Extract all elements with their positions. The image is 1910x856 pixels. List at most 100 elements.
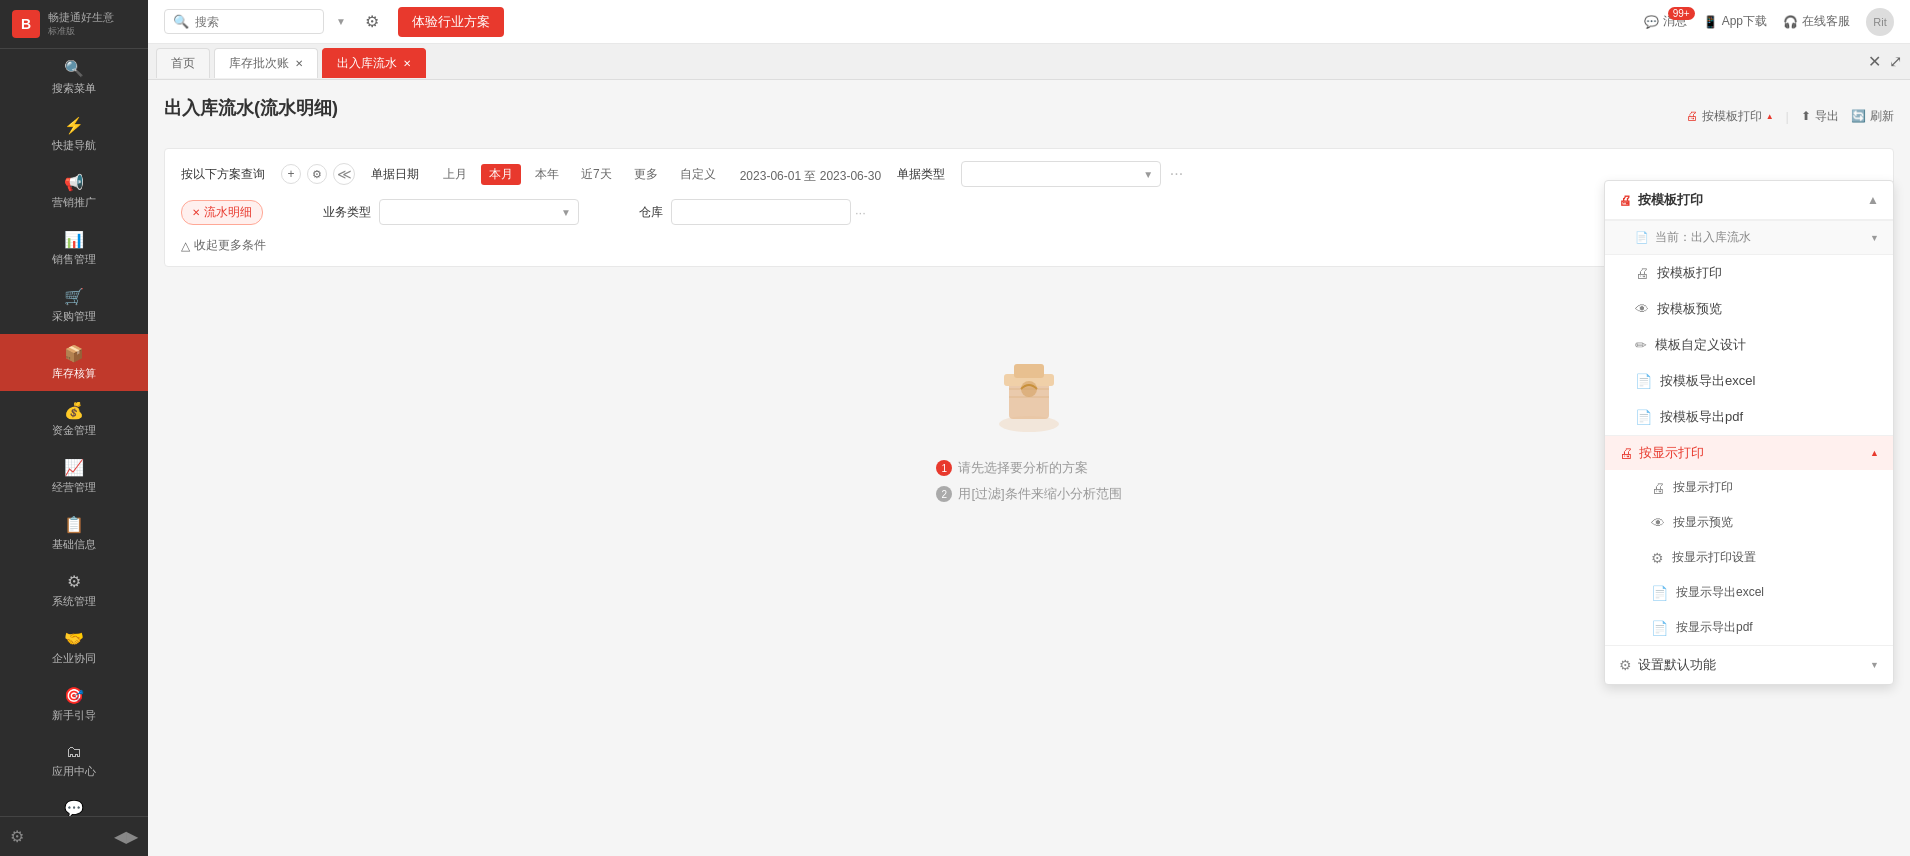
page-content-area: 出入库流水(流水明细) 🖨 按模板打印 ▲ | ⬆ 导出 🔄 刷新 bbox=[148, 80, 1910, 856]
tab-inout-flow-close[interactable]: ✕ bbox=[403, 58, 411, 69]
sidebar-item-guide[interactable]: 🎯 新手引导 bbox=[0, 676, 148, 733]
sidebar-item-system[interactable]: ⚙ 系统管理 bbox=[0, 562, 148, 619]
dp-item-template-customize[interactable]: ✏ 模板自定义设计 bbox=[1605, 327, 1893, 363]
display-section-label: 按显示打印 bbox=[1639, 444, 1704, 462]
online-service-button[interactable]: 🎧 在线客服 bbox=[1783, 13, 1850, 30]
template-print-button[interactable]: 🖨 按模板打印 ▲ bbox=[1686, 108, 1774, 125]
collapse-sidebar-icon[interactable]: ◀▶ bbox=[114, 827, 138, 846]
sidebar-label-purchase: 采购管理 bbox=[52, 309, 96, 324]
date-option-this-year[interactable]: 本年 bbox=[527, 164, 567, 185]
hint-2-number: 2 bbox=[936, 486, 952, 502]
dp-display-preview-label: 按显示预览 bbox=[1673, 514, 1733, 531]
search-header-input[interactable] bbox=[195, 15, 295, 29]
search-icon: 🔍 bbox=[64, 59, 84, 78]
dp-footer-label: 设置默认功能 bbox=[1638, 656, 1716, 674]
dp-item-display-export-excel[interactable]: 📄 按显示导出excel bbox=[1605, 575, 1893, 610]
tab-inventory-batch-close[interactable]: ✕ bbox=[295, 58, 303, 69]
header-settings-button[interactable]: ⚙ bbox=[358, 8, 386, 36]
flow-detail-tag[interactable]: ✕ 流水明细 bbox=[181, 200, 263, 225]
tab-maximize-icon[interactable]: ⤢ bbox=[1889, 52, 1902, 71]
tab-close-all-icon[interactable]: ✕ bbox=[1868, 52, 1881, 71]
filter-section-label: 按以下方案查询 bbox=[181, 166, 265, 183]
display-section[interactable]: 🖨 按显示打印 ▲ bbox=[1605, 435, 1893, 470]
dp-item-display-export-pdf[interactable]: 📄 按显示导出pdf bbox=[1605, 610, 1893, 645]
date-options: 上月 本月 本年 近7天 更多 自定义 bbox=[435, 164, 724, 185]
dp-item-template-print[interactable]: 🖨 按模板打印 bbox=[1605, 255, 1893, 291]
sidebar-item-basic[interactable]: 📋 基础信息 bbox=[0, 505, 148, 562]
message-button[interactable]: 💬 消息 99+ bbox=[1644, 13, 1687, 30]
date-option-last-month[interactable]: 上月 bbox=[435, 164, 475, 185]
hint-1-number: 1 bbox=[936, 460, 952, 476]
dropdown-collapse-icon[interactable]: ▲ bbox=[1867, 193, 1879, 207]
refresh-icon: 🔄 bbox=[1851, 109, 1866, 123]
header-chevron-down-icon[interactable]: ▼ bbox=[336, 16, 346, 27]
dp-footer-chevron: ▼ bbox=[1870, 660, 1879, 670]
sidebar-item-sales[interactable]: 📊 销售管理 bbox=[0, 220, 148, 277]
svg-rect-3 bbox=[1014, 364, 1044, 378]
date-option-custom[interactable]: 自定义 bbox=[672, 164, 724, 185]
sidebar-item-finance[interactable]: 💰 资金管理 bbox=[0, 391, 148, 448]
sidebar-item-appcenter[interactable]: 🗂 应用中心 bbox=[0, 733, 148, 789]
dp-template-export-excel-label: 按模板导出excel bbox=[1660, 372, 1755, 390]
warehouse-input[interactable] bbox=[671, 199, 851, 225]
filter-settings-icon[interactable]: ⚙ bbox=[307, 164, 327, 184]
sidebar-item-purchase[interactable]: 🛒 采购管理 bbox=[0, 277, 148, 334]
page-title: 出入库流水(流水明细) bbox=[164, 96, 338, 120]
tab-inout-flow[interactable]: 出入库流水 ✕ bbox=[322, 48, 426, 78]
filter-collapse-icon[interactable]: ≪ bbox=[333, 163, 355, 185]
sidebar-item-operations[interactable]: 📈 经营管理 bbox=[0, 448, 148, 505]
dropdown-footer[interactable]: ⚙ 设置默认功能 ▼ bbox=[1605, 645, 1893, 684]
date-option-this-month[interactable]: 本月 bbox=[481, 164, 521, 185]
export-button[interactable]: ⬆ 导出 bbox=[1801, 108, 1839, 125]
app-download-button[interactable]: 📱 App下载 bbox=[1703, 13, 1767, 30]
app-name: 畅捷通好生意 bbox=[48, 10, 114, 24]
dropdown-panel: 🖨 按模板打印 ▲ 📄 当前：出入库流水 ▼ 🖨 按模板打印 👁 按模板预览 bbox=[1604, 180, 1894, 685]
dp-item-template-export-excel[interactable]: 📄 按模板导出excel bbox=[1605, 363, 1893, 399]
main-content: 🔍 ▼ ⚙ 体验行业方案 💬 消息 99+ 📱 App下载 🎧 在线客服 Rit bbox=[148, 0, 1910, 856]
dropdown-title: 🖨 按模板打印 bbox=[1619, 191, 1703, 209]
business-type-select[interactable] bbox=[379, 199, 579, 225]
user-avatar[interactable]: Rit bbox=[1866, 8, 1894, 36]
hint-1-text: 请先选择要分析的方案 bbox=[958, 459, 1088, 477]
add-filter-button[interactable]: + bbox=[281, 164, 301, 184]
tag-close-icon[interactable]: ✕ bbox=[192, 207, 200, 218]
dp-item-template-export-pdf[interactable]: 📄 按模板导出pdf bbox=[1605, 399, 1893, 435]
sidebar-label-operations: 经营管理 bbox=[52, 480, 96, 495]
user-search-box[interactable]: 🔍 bbox=[164, 9, 324, 34]
sidebar-item-quick-nav[interactable]: ⚡ 快捷导航 bbox=[0, 106, 148, 163]
sidebar-item-enterprise[interactable]: 🤝 企业协同 bbox=[0, 619, 148, 676]
empty-hints-list: 1 请先选择要分析的方案 2 用[过滤]条件来缩小分析范围 bbox=[936, 459, 1121, 511]
sidebar-item-wechat[interactable]: 💬 企业微信 bbox=[0, 789, 148, 816]
doc-type-select[interactable] bbox=[961, 161, 1161, 187]
doc-type-more-icon[interactable]: ··· bbox=[1170, 165, 1183, 183]
sidebar-label-inventory: 库存核算 bbox=[52, 366, 96, 381]
tag-label: 流水明细 bbox=[204, 204, 252, 221]
sidebar-item-inventory[interactable]: 📦 库存核算 bbox=[0, 334, 148, 391]
top-right-area: 💬 消息 99+ 📱 App下载 🎧 在线客服 Rit bbox=[1644, 8, 1894, 36]
tabs-bar: 首页 库存批次账 ✕ 出入库流水 ✕ ✕ ⤢ bbox=[148, 44, 1910, 80]
quick-nav-icon: ⚡ bbox=[64, 116, 84, 135]
tab-home[interactable]: 首页 bbox=[156, 48, 210, 78]
dp-display-print-label: 按显示打印 bbox=[1673, 479, 1733, 496]
dp-preview-icon-1: 👁 bbox=[1635, 301, 1649, 317]
industry-btn[interactable]: 体验行业方案 bbox=[398, 7, 504, 37]
sidebar-item-marketing[interactable]: 📢 营销推广 bbox=[0, 163, 148, 220]
sidebar-item-search[interactable]: 🔍 搜索菜单 bbox=[0, 49, 148, 106]
dp-item-template-preview[interactable]: 👁 按模板预览 bbox=[1605, 291, 1893, 327]
refresh-button[interactable]: 🔄 刷新 bbox=[1851, 108, 1894, 125]
warehouse-label: 仓库 bbox=[639, 204, 663, 221]
dp-item-display-print[interactable]: 🖨 按显示打印 bbox=[1605, 470, 1893, 505]
date-option-7days[interactable]: 近7天 bbox=[573, 164, 620, 185]
tab-inventory-batch[interactable]: 库存批次账 ✕ bbox=[214, 48, 318, 78]
sidebar-label-search: 搜索菜单 bbox=[52, 81, 96, 96]
settings-bottom-icon[interactable]: ⚙ bbox=[10, 827, 24, 846]
dp-item-display-print-settings[interactable]: ⚙ 按显示打印设置 bbox=[1605, 540, 1893, 575]
current-template-section[interactable]: 📄 当前：出入库流水 ▼ bbox=[1605, 220, 1893, 255]
doc-type-select-wrapper: ▼ ··· bbox=[961, 161, 1161, 187]
dp-item-display-preview[interactable]: 👁 按显示预览 bbox=[1605, 505, 1893, 540]
date-option-more[interactable]: 更多 bbox=[626, 164, 666, 185]
template-print-chevron: ▲ bbox=[1766, 112, 1774, 121]
warehouse-more-icon[interactable]: ··· bbox=[855, 205, 866, 220]
dp-export-pdf-icon-1: 📄 bbox=[1635, 409, 1652, 425]
dp-footer-icon: ⚙ bbox=[1619, 657, 1632, 673]
